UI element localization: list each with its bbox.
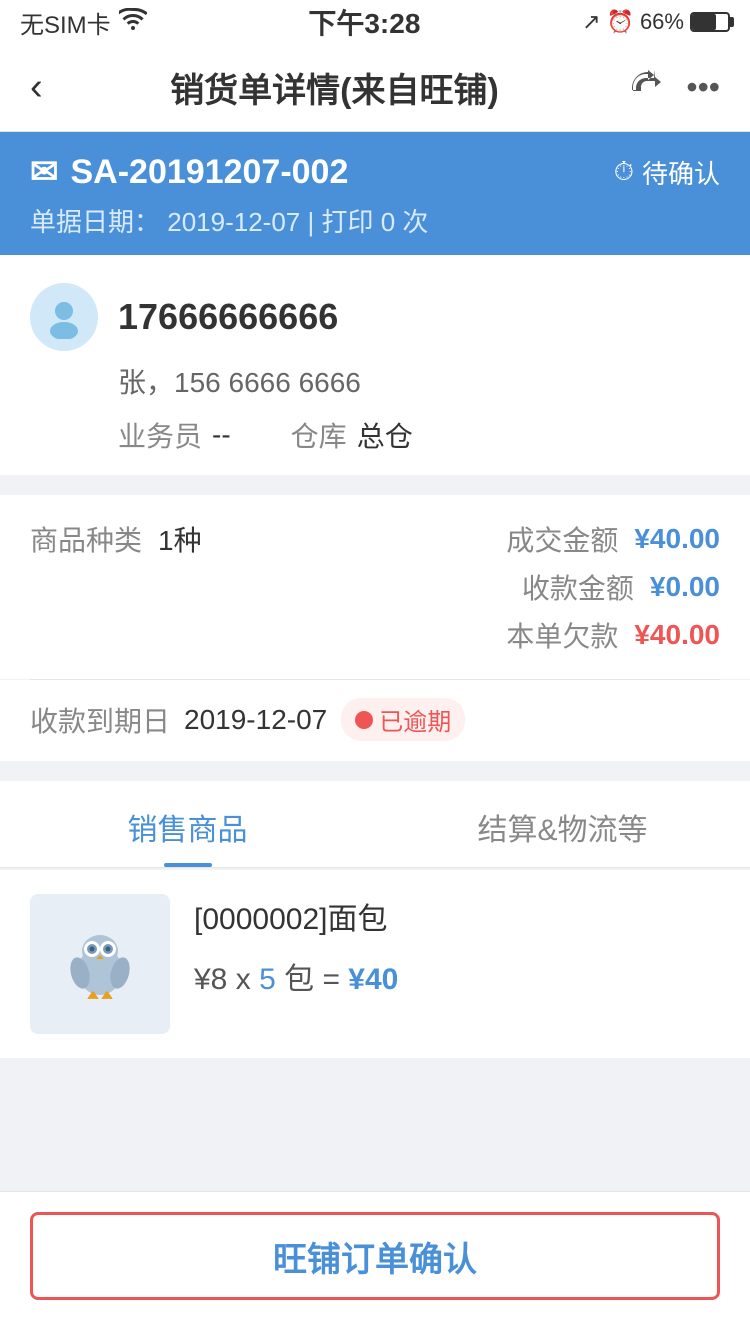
salesperson-info: 业务员 --	[118, 415, 231, 455]
payment-value: ¥0.00	[650, 571, 720, 603]
due-label: 收款到期日	[30, 700, 170, 740]
nav-actions: •••	[626, 66, 720, 110]
order-id-row: ✉ SA-20191207-002	[30, 152, 348, 192]
print-unit: 次	[402, 207, 428, 237]
print-count: 0	[381, 207, 395, 237]
amount-label: 成交金额	[506, 519, 618, 559]
back-button[interactable]: ‹	[30, 66, 43, 109]
product-info: [0000002]面包 ¥8 x 5 包 = ¥40	[194, 894, 720, 998]
share-icon[interactable]	[626, 66, 662, 110]
balance-value: ¥40.00	[634, 619, 720, 651]
overdue-dot-icon	[355, 711, 373, 729]
banner-top: ✉ SA-20191207-002 ⏱ 待确认	[30, 152, 720, 192]
warehouse-info: 仓库 总仓	[291, 415, 413, 455]
due-date: 2019-12-07	[184, 704, 327, 736]
date-label: 单据日期：	[30, 207, 160, 237]
customer-meta: 业务员 -- 仓库 总仓	[118, 415, 720, 455]
tab-settlement[interactable]: 结算&物流等	[375, 781, 750, 867]
confirm-button[interactable]: 旺铺订单确认	[30, 1212, 720, 1300]
customer-name: 张，156 6666 6666	[118, 361, 720, 401]
product-code: [0000002]	[194, 903, 327, 936]
product-title: 面包	[327, 903, 387, 936]
clock-icon: ⏱	[614, 156, 634, 188]
customer-row: 17666666666	[30, 283, 720, 351]
product-card: [0000002]面包 ¥8 x 5 包 = ¥40	[30, 894, 720, 1034]
product-unit-price: ¥8	[194, 963, 227, 996]
nav-bar: ‹ 销货单详情(来自旺铺) •••	[0, 44, 750, 132]
page-title: 销货单详情(来自旺铺)	[170, 63, 499, 112]
print-label: | 打印	[307, 207, 373, 237]
tabs-row: 销售商品 结算&物流等	[0, 781, 750, 867]
battery-pct: 66%	[640, 9, 684, 35]
no-sim-text: 无SIM卡	[20, 5, 111, 40]
warehouse-value: 总仓	[357, 415, 413, 455]
warehouse-label: 仓库	[291, 415, 347, 455]
payment-row: 收款金额 ¥0.00	[522, 567, 720, 607]
product-section: [0000002]面包 ¥8 x 5 包 = ¥40	[0, 870, 750, 1058]
stats-section: 商品种类 1种 成交金额 ¥40.00 收款金额 ¥0.00 本单欠款 ¥40.…	[0, 495, 750, 679]
balance-label: 本单欠款	[506, 615, 618, 655]
avatar	[30, 283, 98, 351]
customer-section: 17666666666 张，156 6666 6666 业务员 -- 仓库 总仓	[0, 255, 750, 475]
product-name: [0000002]面包	[194, 894, 720, 938]
customer-phone: 17666666666	[118, 296, 338, 338]
order-envelope-icon: ✉	[30, 152, 59, 192]
overdue-text: 已逾期	[379, 702, 451, 737]
location-icon: ↗	[582, 9, 600, 35]
salesperson-value: --	[212, 419, 231, 451]
category-value: 1种	[158, 519, 202, 559]
tab-settlement-label: 结算&物流等	[477, 814, 647, 847]
tab-sales-label: 销售商品	[128, 814, 248, 847]
stats-right: 成交金额 ¥40.00 收款金额 ¥0.00 本单欠款 ¥40.00	[506, 519, 720, 655]
order-date-row: 单据日期： 2019-12-07 | 打印 0 次	[30, 202, 720, 239]
amount-row: 成交金额 ¥40.00	[506, 519, 720, 559]
tabs-section: 销售商品 结算&物流等	[0, 781, 750, 868]
salesperson-label: 业务员	[118, 415, 202, 455]
product-quantity: 5	[259, 963, 276, 996]
more-icon[interactable]: •••	[686, 69, 720, 106]
status-left: 无SIM卡	[20, 5, 147, 40]
bottom-area: 旺铺订单确认	[0, 1191, 750, 1334]
stats-left: 商品种类 1种	[30, 519, 506, 559]
status-right: ↗ ⏰ 66%	[582, 9, 730, 35]
equals-sign: =	[322, 963, 348, 996]
product-unit: 包	[284, 963, 314, 996]
due-date-section: 收款到期日 2019-12-07 已逾期	[0, 680, 750, 761]
order-status: ⏱ 待确认	[614, 154, 720, 191]
header-banner: ✉ SA-20191207-002 ⏱ 待确认 单据日期： 2019-12-07…	[0, 132, 750, 255]
battery-icon	[690, 12, 730, 32]
divider-1	[0, 475, 750, 495]
category-label: 商品种类	[30, 519, 142, 559]
tab-sales-products[interactable]: 销售商品	[0, 781, 375, 867]
status-bar: 无SIM卡 下午3:28 ↗ ⏰ 66%	[0, 0, 750, 44]
product-thumbnail	[30, 894, 170, 1034]
status-text: 待确认	[642, 154, 720, 191]
divider-2	[0, 761, 750, 781]
order-date: 2019-12-07	[167, 207, 300, 237]
amount-value: ¥40.00	[634, 523, 720, 555]
balance-row: 本单欠款 ¥40.00	[506, 615, 720, 655]
wifi-icon	[119, 8, 147, 37]
status-time: 下午3:28	[308, 2, 420, 42]
overdue-badge: 已逾期	[341, 698, 465, 741]
product-total: ¥40	[348, 963, 398, 996]
order-id: SA-20191207-002	[71, 153, 349, 192]
product-price: ¥8 x 5 包 = ¥40	[194, 954, 720, 998]
multiply-sign: x	[236, 963, 259, 996]
alarm-icon: ⏰	[607, 9, 634, 35]
payment-label: 收款金额	[522, 567, 634, 607]
